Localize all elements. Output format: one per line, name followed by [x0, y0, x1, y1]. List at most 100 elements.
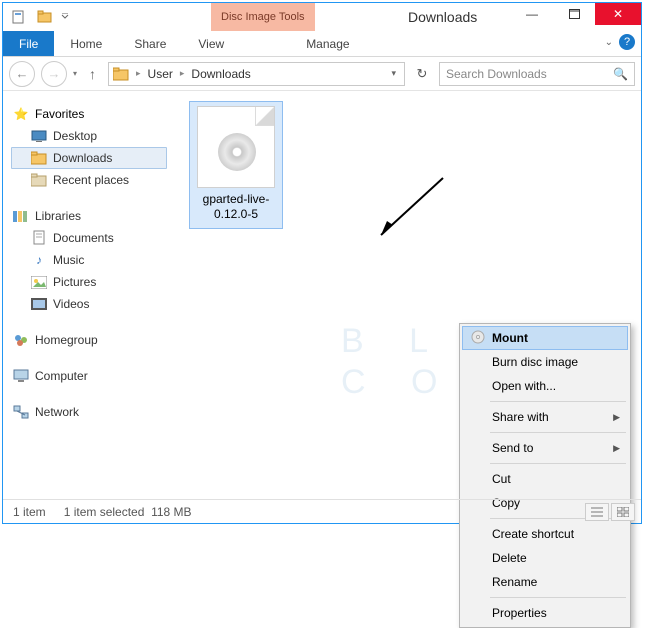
nav-homegroup[interactable]: Homegroup [11, 329, 167, 351]
ctx-label: Send to [492, 441, 533, 455]
separator [490, 597, 626, 598]
file-item[interactable]: gparted-live-0.12.0-5 [189, 101, 283, 229]
separator [490, 432, 626, 433]
qat-dropdown-icon[interactable] [59, 13, 71, 21]
address-bar: ← → ▾ ↑ ▸ User ▸ Downloads ▾ ↻ Search Do… [3, 57, 641, 91]
nav-computer[interactable]: Computer [11, 365, 167, 387]
nav-item-label: Downloads [53, 151, 112, 165]
ctx-label: Create shortcut [492, 527, 574, 541]
ctx-label: Burn disc image [492, 355, 578, 369]
tab-home[interactable]: Home [54, 31, 118, 56]
ctx-properties[interactable]: Properties [462, 601, 628, 625]
nav-documents[interactable]: Documents [11, 227, 167, 249]
network-icon [13, 404, 29, 420]
explorer-body: ⭐ Favorites Desktop Downloads Recent plac… [3, 91, 641, 499]
status-selected: 1 item selected 118 MB [64, 505, 192, 519]
nav-downloads[interactable]: Downloads [11, 147, 167, 169]
thumbnails-view-button[interactable] [611, 503, 635, 521]
nav-item-label: Videos [53, 297, 89, 311]
nav-favorites-label: Favorites [35, 107, 84, 121]
ctx-mount[interactable]: Mount [462, 326, 628, 350]
nav-network[interactable]: Network [11, 401, 167, 423]
breadcrumb[interactable]: ▸ User ▸ Downloads ▾ [108, 62, 405, 86]
nav-item-label: Documents [53, 231, 114, 245]
separator [490, 401, 626, 402]
status-item-count: 1 item [13, 505, 46, 519]
computer-icon [13, 368, 29, 384]
context-menu: Mount Burn disc image Open with... Share… [459, 323, 631, 628]
tab-share[interactable]: Share [118, 31, 182, 56]
up-button[interactable]: ↑ [83, 66, 102, 82]
nav-favorites-header[interactable]: ⭐ Favorites [11, 103, 167, 125]
ribbon-contextual-tab: Disc Image Tools [211, 3, 315, 31]
ctx-label: Cut [492, 472, 511, 486]
disc-icon [469, 330, 487, 347]
nav-item-label: Libraries [35, 209, 81, 223]
help-icon[interactable]: ? [619, 34, 635, 50]
ctx-delete[interactable]: Delete [462, 546, 628, 570]
nav-item-label: Pictures [53, 275, 96, 289]
documents-icon [31, 230, 47, 246]
nav-pictures[interactable]: Pictures [11, 271, 167, 293]
ctx-label: Mount [492, 331, 528, 345]
tab-view[interactable]: View [182, 31, 240, 56]
explorer-window: Disc Image Tools Downloads — ✕ File Home… [2, 2, 642, 524]
forward-button[interactable]: → [41, 61, 67, 87]
ctx-burn[interactable]: Burn disc image [462, 350, 628, 374]
nav-recent[interactable]: Recent places [11, 169, 167, 191]
ribbon-expand-icon[interactable]: ⌄ [605, 37, 613, 48]
search-icon: 🔍 [613, 67, 628, 81]
ctx-rename[interactable]: Rename [462, 570, 628, 594]
details-view-button[interactable] [585, 503, 609, 521]
folder-icon [31, 150, 47, 166]
nav-music[interactable]: ♪ Music [11, 249, 167, 271]
libraries-icon [13, 208, 29, 224]
ctx-send-to[interactable]: Send to▶ [462, 436, 628, 460]
file-name: gparted-live-0.12.0-5 [192, 192, 280, 222]
window-title: Downloads [408, 9, 477, 25]
crumb-downloads[interactable]: Downloads [191, 67, 250, 81]
search-placeholder: Search Downloads [446, 67, 547, 81]
tab-file[interactable]: File [3, 31, 54, 56]
nav-item-label: Desktop [53, 129, 97, 143]
nav-desktop[interactable]: Desktop [11, 125, 167, 147]
window-controls: — ✕ [511, 3, 641, 25]
chevron-right-icon[interactable]: ▸ [177, 68, 188, 79]
path-dropdown-icon[interactable]: ▾ [391, 68, 400, 79]
homegroup-icon [13, 332, 29, 348]
music-icon: ♪ [31, 252, 47, 268]
nav-videos[interactable]: Videos [11, 293, 167, 315]
nav-libraries-header[interactable]: Libraries [11, 205, 167, 227]
ctx-create-shortcut[interactable]: Create shortcut [462, 522, 628, 546]
maximize-button[interactable] [553, 3, 595, 25]
nav-item-label: Network [35, 405, 79, 419]
properties-icon[interactable] [7, 6, 31, 28]
search-input[interactable]: Search Downloads 🔍 [439, 62, 635, 86]
desktop-icon [31, 128, 47, 144]
submenu-arrow-icon: ▶ [613, 412, 620, 423]
back-button[interactable]: ← [9, 61, 35, 87]
ctx-cut[interactable]: Cut [462, 467, 628, 491]
close-button[interactable]: ✕ [595, 3, 641, 25]
ctx-label: Rename [492, 575, 537, 589]
ctx-label: Share with [492, 410, 549, 424]
status-bar: 1 item 1 item selected 118 MB [3, 499, 641, 523]
star-icon: ⭐ [13, 106, 29, 122]
nav-item-label: Recent places [53, 173, 129, 187]
file-list[interactable]: B L E E C O M P gparted-live-0.12.0-5 Mo… [171, 91, 641, 499]
minimize-button[interactable]: — [511, 3, 553, 25]
tab-manage[interactable]: Manage [290, 31, 365, 56]
titlebar: Disc Image Tools Downloads — ✕ [3, 3, 641, 31]
chevron-right-icon[interactable]: ▸ [133, 68, 144, 79]
quick-access-toolbar [3, 6, 71, 28]
nav-item-label: Music [53, 253, 84, 267]
new-folder-icon[interactable] [33, 6, 57, 28]
history-dropdown-icon[interactable]: ▾ [73, 69, 77, 78]
ribbon-tabs: File Home Share View Manage ⌄ ? [3, 31, 641, 57]
ctx-open-with[interactable]: Open with... [462, 374, 628, 398]
ctx-label: Open with... [492, 379, 556, 393]
refresh-button[interactable]: ↻ [411, 66, 433, 82]
nav-pane: ⭐ Favorites Desktop Downloads Recent plac… [3, 91, 171, 499]
ctx-share-with[interactable]: Share with ▶ [462, 405, 628, 429]
crumb-user[interactable]: User [148, 67, 173, 81]
